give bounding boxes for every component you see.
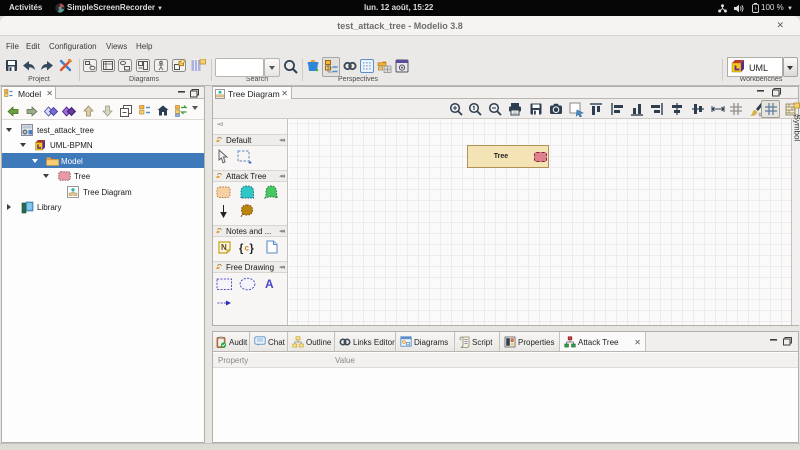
svg-text:{: { [239,243,244,255]
svg-text:}: } [250,243,255,255]
svg-text:N: N [221,243,227,252]
